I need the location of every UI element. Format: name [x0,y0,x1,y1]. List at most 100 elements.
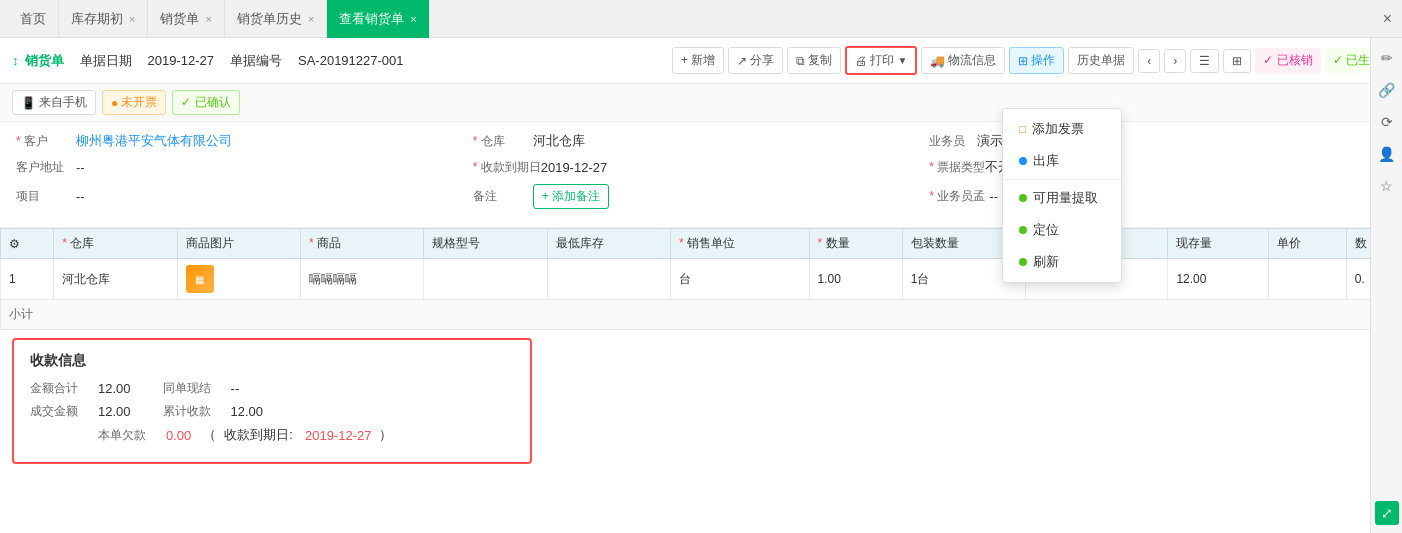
copy-button[interactable]: ⧉ 复制 [787,47,841,74]
sidebar-refresh-icon[interactable]: ⟳ [1375,110,1399,134]
cell-current-stock: 12.00 [1168,259,1269,300]
tab-sales[interactable]: 销货单 × [148,0,224,38]
due-date-paren: （ [203,426,216,444]
col-product: 商品 [300,229,423,259]
cell-no: 1 [1,259,54,300]
project-field: 项目 -- [16,188,473,205]
copy-icon: ⧉ [796,54,805,68]
nav-prev-button[interactable]: ‹ [1138,49,1160,73]
warehouse-label: 仓库 [473,133,533,150]
salesman-field: 业务员 演示账号 [929,132,1386,150]
share-icon: ↗ [737,54,747,68]
right-sidebar: ✏ 🔗 ⟳ 👤 ☆ ⤢ [1370,38,1402,533]
table-row: 1 河北仓库 ▦ 嗝嗝嗝嗝 台 1.00 1台 12.00 [1,259,1402,300]
dropdown-refresh[interactable]: 刷新 [1003,246,1121,278]
outbound-dot [1019,157,1027,165]
phone-icon: 📱 [21,96,36,110]
data-table: ⚙ 仓库 商品图片 商品 规格型号 最低库存 销售单位 数量 包装数量 可用量（… [0,228,1402,330]
sidebar-star-icon[interactable]: ☆ [1375,174,1399,198]
transaction-item: 成交金额 12.00 [30,403,131,420]
warehouse-field: 仓库 河北仓库 [473,132,930,150]
confirm-button[interactable]: ✓ 已确认 [172,90,239,115]
from-phone-button[interactable]: 📱 来自手机 [12,90,96,115]
doc-no-value: SA-20191227-001 [298,53,404,68]
col-unit-price: 单价 [1269,229,1347,259]
sidebar-expand-icon[interactable]: ⤢ [1375,501,1399,525]
add-note-button[interactable]: + 添加备注 [533,184,609,209]
customer-value[interactable]: 柳州粤港平安气体有限公司 [76,132,232,150]
main-content: ↕ 销货单 单据日期 2019-12-27 单据编号 SA-20191227-0… [0,38,1402,533]
doc-date-value: 2019-12-27 [148,53,215,68]
tab-sales-history-label: 销货单历史 [237,10,302,28]
doc-title-icon: ↕ [12,53,19,68]
warehouse-value: 河北仓库 [533,132,585,150]
operation-button[interactable]: ⊞ 操作 [1009,47,1064,74]
col-settings[interactable]: ⚙ [1,229,54,259]
cell-warehouse: 河北仓库 [54,259,177,300]
tab-inventory[interactable]: 库存期初 × [59,0,148,38]
note-field: 备注 + 添加备注 [473,184,930,209]
logistics-button[interactable]: 🚚 物流信息 [921,47,1005,74]
cell-min-stock [547,259,670,300]
toolbar2: 📱 来自手机 ● 未开票 ✓ 已确认 [0,84,1402,122]
dropdown-add-invoice[interactable]: □ 添加发票 [1003,113,1121,145]
list-view-button[interactable]: ☰ [1190,49,1219,73]
tab-sales-history[interactable]: 销货单历史 × [225,0,327,38]
tab-sales-history-close[interactable]: × [308,13,314,25]
dropdown-quantity-pick[interactable]: 可用量提取 [1003,182,1121,214]
logistics-icon: 🚚 [930,54,945,68]
due-date-paren-close: ） [379,426,392,444]
sidebar-edit-icon[interactable]: ✏ [1375,46,1399,70]
project-value: -- [76,189,85,204]
salesman2-value: -- [989,189,998,204]
cell-quantity: 1.00 [809,259,902,300]
invoice-label: 票据类型 [929,159,985,176]
form-row-3: 项目 -- 备注 + 添加备注 业务员孟 -- [16,184,1386,209]
refresh-dot [1019,258,1027,266]
same-order-label: 同单现结 [163,380,223,397]
outbound-label: 出库 [1033,152,1059,170]
table-header-row: ⚙ 仓库 商品图片 商品 规格型号 最低库存 销售单位 数量 包装数量 可用量（… [1,229,1402,259]
subtotal-row: 小计 [1,300,1402,330]
col-spec: 规格型号 [424,229,547,259]
locate-dot [1019,226,1027,234]
cell-product-img: ▦ [177,259,300,300]
tab-view-sales-close[interactable]: × [410,13,416,25]
window-close-icon[interactable]: × [1383,10,1392,28]
payment-date-value: 2019-12-27 [541,160,608,175]
locate-label: 定位 [1033,221,1059,239]
dropdown-locate[interactable]: 定位 [1003,214,1121,246]
address-value: -- [76,160,85,175]
tabs-bar: 首页 库存期初 × 销货单 × 销货单历史 × 查看销货单 × × [0,0,1402,38]
history-button[interactable]: 历史单据 [1068,47,1134,74]
tab-home[interactable]: 首页 [8,0,59,38]
customer-label: 客户 [16,133,76,150]
product-image: ▦ [186,265,214,293]
new-button[interactable]: + 新增 [672,47,724,74]
print-button[interactable]: 🖨 打印 ▼ [845,46,917,75]
not-open-button[interactable]: ● 未开票 [102,90,166,115]
current-debt-value: 0.00 [166,428,191,443]
dropdown-outbound[interactable]: 出库 [1003,145,1121,177]
col-sales-unit: 销售单位 [671,229,810,259]
grid-view-button[interactable]: ⊞ [1223,49,1251,73]
salesman-label: 业务员 [929,133,977,150]
payment-title: 收款信息 [30,352,514,370]
tab-inventory-close[interactable]: × [129,13,135,25]
nav-next-button[interactable]: › [1164,49,1186,73]
invoice-field: 票据类型 不开票 [929,158,1386,176]
invoice-icon: ● [111,96,118,110]
current-debt-label: 本单欠款 [98,427,158,444]
tab-sales-close[interactable]: × [205,13,211,25]
sidebar-link-icon[interactable]: 🔗 [1375,78,1399,102]
tab-view-sales[interactable]: 查看销货单 × [327,0,429,38]
cell-product: 嗝嗝嗝嗝 [300,259,423,300]
share-button[interactable]: ↗ 分享 [728,47,783,74]
sidebar-user-icon[interactable]: 👤 [1375,142,1399,166]
quantity-pick-dot [1019,194,1027,202]
cumulative-value: 12.00 [231,404,264,419]
cumulative-label: 累计收款 [163,403,223,420]
table-section: ⚙ 仓库 商品图片 商品 规格型号 最低库存 销售单位 数量 包装数量 可用量（… [0,228,1402,330]
address-field: 客户地址 -- [16,159,473,176]
quantity-pick-label: 可用量提取 [1033,189,1098,207]
